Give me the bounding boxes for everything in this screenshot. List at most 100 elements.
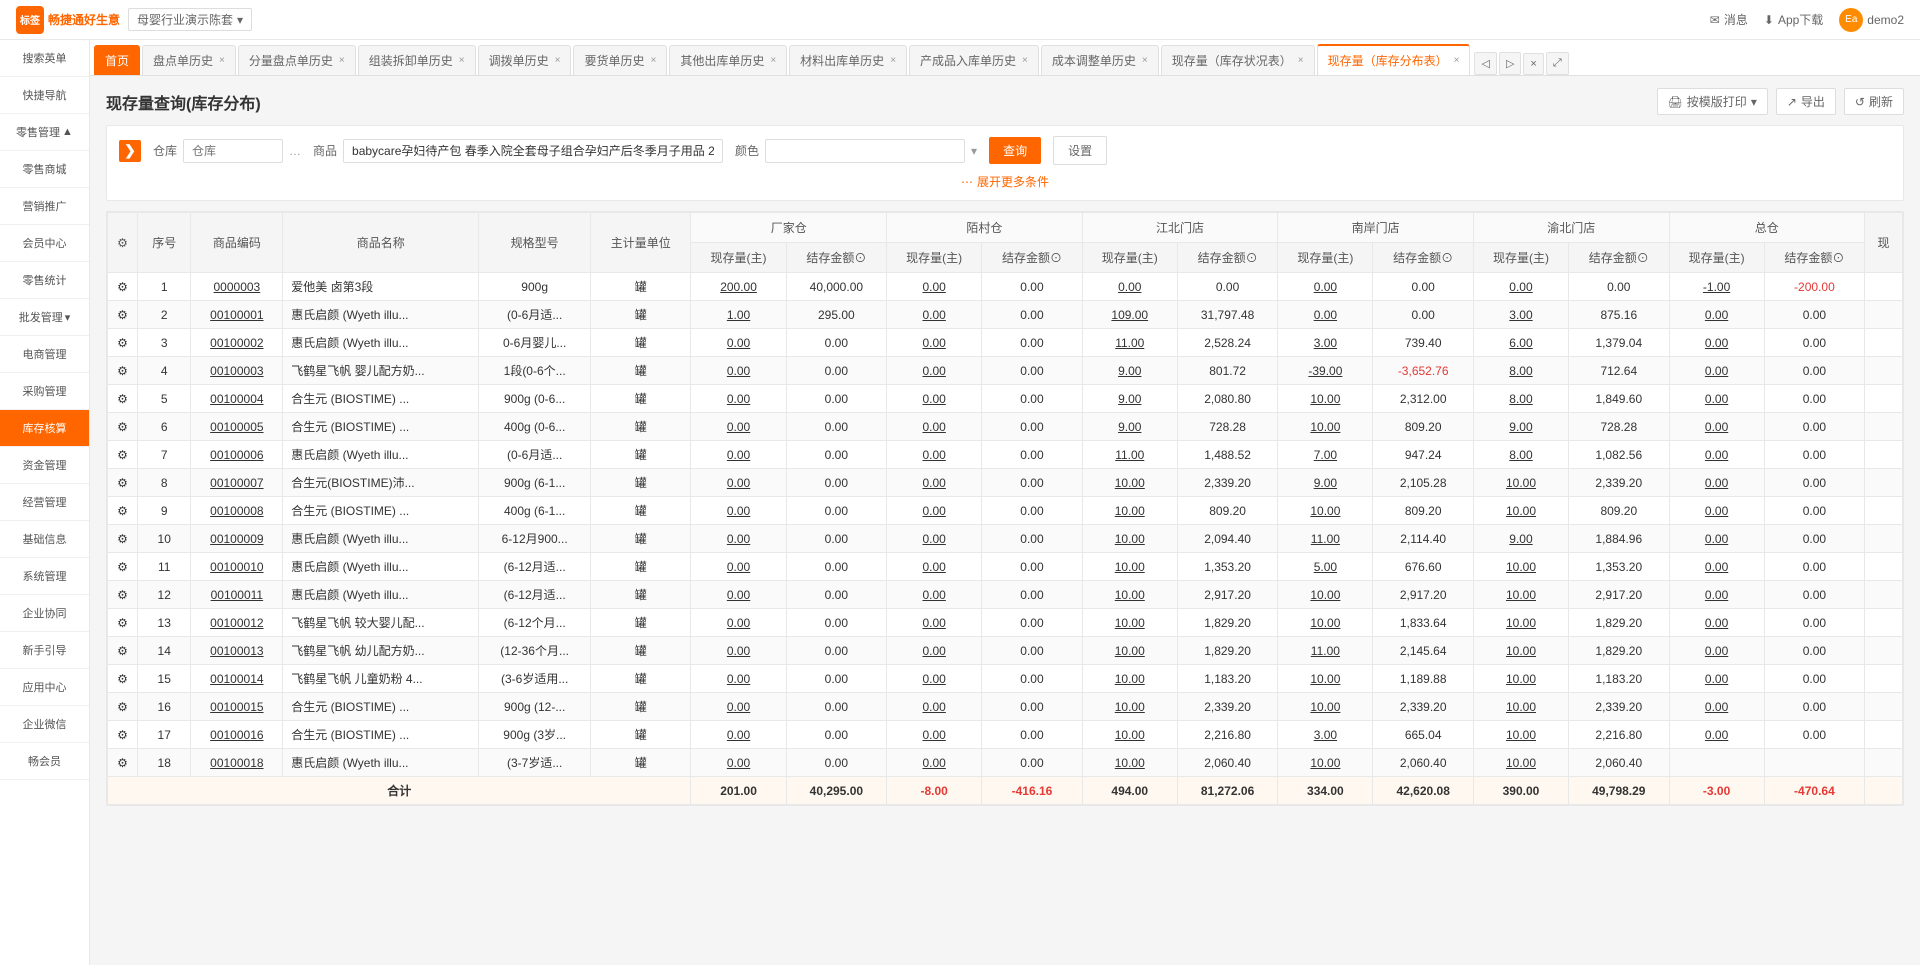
tab-other-outbound[interactable]: 其他出库单历史 × (669, 45, 787, 75)
row-na-qty[interactable]: 0.00 (1278, 273, 1373, 301)
expand-conditions-btn[interactable]: ⋯ 展开更多条件 (961, 173, 1049, 190)
sidebar-item-financial-mgmt[interactable]: 资金管理 (0, 447, 89, 484)
row-code[interactable]: 00100010 (191, 553, 283, 581)
row-na-qty[interactable]: 11.00 (1278, 525, 1373, 553)
row-mc-qty[interactable]: 0.00 (887, 637, 982, 665)
row-jb-qty[interactable]: 9.00 (1082, 413, 1177, 441)
row-jb-qty[interactable]: 10.00 (1082, 469, 1177, 497)
row-yb-qty[interactable]: 9.00 (1473, 413, 1568, 441)
sidebar-item-wholesale-mgmt[interactable]: 批发管理 ▾ (0, 299, 89, 336)
row-jb-qty[interactable]: 109.00 (1082, 301, 1177, 329)
row-mc-qty[interactable]: 0.00 (887, 469, 982, 497)
row-yb-qty[interactable]: 8.00 (1473, 441, 1568, 469)
row-fj-qty[interactable]: 0.00 (691, 441, 786, 469)
close-icon[interactable]: × (1022, 55, 1028, 66)
sidebar-item-ecommerce-mgmt[interactable]: 电商管理 (0, 336, 89, 373)
row-code[interactable]: 00100012 (191, 609, 283, 637)
sidebar-item-retail-mall[interactable]: 零售商城 (0, 151, 89, 188)
close-icon[interactable]: × (219, 55, 225, 66)
row-fj-qty[interactable]: 0.00 (691, 497, 786, 525)
row-na-qty[interactable]: 11.00 (1278, 637, 1373, 665)
goods-input[interactable] (343, 139, 723, 163)
row-yb-qty[interactable]: 0.00 (1473, 273, 1568, 301)
row-code[interactable]: 00100007 (191, 469, 283, 497)
row-jb-qty[interactable]: 9.00 (1082, 357, 1177, 385)
row-settings[interactable]: ⚙ (108, 749, 138, 777)
sidebar-item-pan-member[interactable]: 畅会员 (0, 743, 89, 780)
row-yb-qty[interactable]: 10.00 (1473, 693, 1568, 721)
row-jb-qty[interactable]: 10.00 (1082, 721, 1177, 749)
row-na-qty[interactable]: 10.00 (1278, 609, 1373, 637)
color-input[interactable] (765, 139, 965, 163)
row-mc-qty[interactable]: 0.00 (887, 329, 982, 357)
row-mc-qty[interactable]: 0.00 (887, 581, 982, 609)
row-settings[interactable]: ⚙ (108, 413, 138, 441)
row-settings[interactable]: ⚙ (108, 273, 138, 301)
tab-close-btn[interactable]: × (1523, 53, 1543, 75)
row-code[interactable]: 00100006 (191, 441, 283, 469)
sidebar-item-retail-mgmt[interactable]: 零售管理 ▲ (0, 114, 89, 151)
row-code[interactable]: 00100016 (191, 721, 283, 749)
sidebar-item-enterprise-collab[interactable]: 企业协同 (0, 595, 89, 632)
close-icon[interactable]: × (555, 55, 561, 66)
row-zc-qty[interactable]: 0.00 (1669, 665, 1764, 693)
row-code[interactable]: 00100018 (191, 749, 283, 777)
row-mc-qty[interactable]: 0.00 (887, 497, 982, 525)
tab-transfer[interactable]: 调拨单历史 × (478, 45, 572, 75)
row-yb-qty[interactable]: 10.00 (1473, 609, 1568, 637)
close-icon[interactable]: × (339, 55, 345, 66)
row-fj-qty[interactable]: 1.00 (691, 301, 786, 329)
row-code[interactable]: 0000003 (191, 273, 283, 301)
print-btn[interactable]: 🖨 按模版打印 ▾ (1657, 88, 1768, 115)
row-settings[interactable]: ⚙ (108, 441, 138, 469)
row-code[interactable]: 00100013 (191, 637, 283, 665)
row-zc-qty[interactable]: 0.00 (1669, 637, 1764, 665)
row-zc-qty[interactable]: 0.00 (1669, 441, 1764, 469)
row-code[interactable]: 00100009 (191, 525, 283, 553)
row-fj-qty[interactable]: 0.00 (691, 469, 786, 497)
row-yb-qty[interactable]: 10.00 (1473, 749, 1568, 777)
sidebar-item-member-center[interactable]: 会员中心 (0, 225, 89, 262)
row-fj-qty[interactable]: 200.00 (691, 273, 786, 301)
tab-stock-dist[interactable]: 现存量（库存分布表） × (1317, 44, 1471, 75)
row-zc-qty[interactable]: 0.00 (1669, 469, 1764, 497)
row-na-qty[interactable]: 10.00 (1278, 581, 1373, 609)
sidebar-item-inventory-check[interactable]: 库存核算 (0, 410, 89, 447)
row-mc-qty[interactable]: 0.00 (887, 721, 982, 749)
tab-assembly-disassembly[interactable]: 组装拆卸单历史 × (358, 45, 476, 75)
tab-nav-prev[interactable]: ◁ (1474, 52, 1496, 75)
row-jb-qty[interactable]: 10.00 (1082, 637, 1177, 665)
row-na-qty[interactable]: 0.00 (1278, 301, 1373, 329)
warehouse-input[interactable] (183, 139, 283, 163)
row-yb-qty[interactable]: 8.00 (1473, 385, 1568, 413)
sidebar-item-system-mgmt[interactable]: 系统管理 (0, 558, 89, 595)
row-mc-qty[interactable]: 0.00 (887, 665, 982, 693)
sidebar-item-operation-mgmt[interactable]: 经营管理 (0, 484, 89, 521)
row-settings[interactable]: ⚙ (108, 469, 138, 497)
row-jb-qty[interactable]: 10.00 (1082, 609, 1177, 637)
tab-cost-adjust[interactable]: 成本调整单历史 × (1041, 45, 1159, 75)
row-code[interactable]: 00100014 (191, 665, 283, 693)
row-settings[interactable]: ⚙ (108, 693, 138, 721)
row-mc-qty[interactable]: 0.00 (887, 441, 982, 469)
settings-btn[interactable]: 设置 (1053, 136, 1107, 165)
row-settings[interactable]: ⚙ (108, 385, 138, 413)
ellipsis-icon[interactable]: … (289, 144, 301, 158)
row-yb-qty[interactable]: 10.00 (1473, 469, 1568, 497)
row-mc-qty[interactable]: 0.00 (887, 413, 982, 441)
close-icon[interactable]: × (890, 55, 896, 66)
row-fj-qty[interactable]: 0.00 (691, 357, 786, 385)
row-zc-qty[interactable] (1669, 749, 1764, 777)
tab-stock-status[interactable]: 现存量（库存状况表） × (1161, 45, 1315, 75)
row-na-qty[interactable]: 10.00 (1278, 413, 1373, 441)
row-jb-qty[interactable]: 10.00 (1082, 581, 1177, 609)
row-zc-qty[interactable]: 0.00 (1669, 385, 1764, 413)
row-jb-qty[interactable]: 10.00 (1082, 665, 1177, 693)
row-na-qty[interactable]: 10.00 (1278, 497, 1373, 525)
row-mc-qty[interactable]: 0.00 (887, 357, 982, 385)
row-zc-qty[interactable]: 0.00 (1669, 413, 1764, 441)
row-settings[interactable]: ⚙ (108, 525, 138, 553)
row-yb-qty[interactable]: 10.00 (1473, 553, 1568, 581)
row-zc-qty[interactable]: -1.00 (1669, 273, 1764, 301)
close-icon[interactable]: × (1298, 55, 1304, 66)
